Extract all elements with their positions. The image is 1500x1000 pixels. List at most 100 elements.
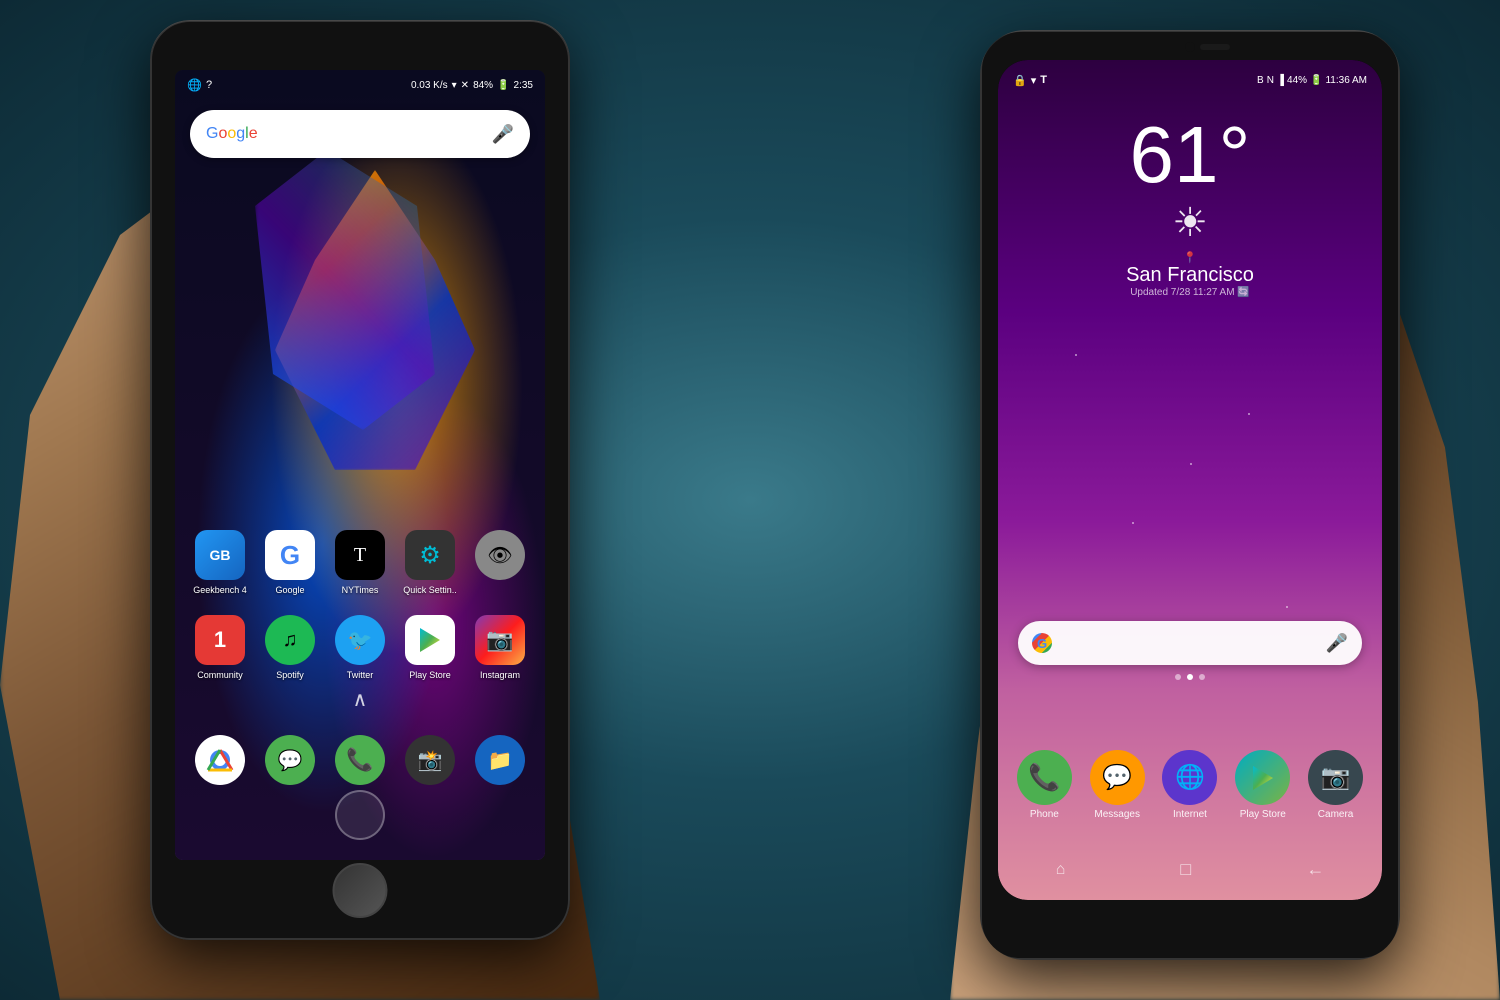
sun-icon: ☀ (1172, 200, 1208, 246)
right-screen: 🔒 ▾ T B N ▐ 44% 🔋 11:36 AM 61° (998, 60, 1382, 900)
samsung-status-bar: 🔒 ▾ T B N ▐ 44% 🔋 11:36 AM (1013, 68, 1367, 92)
battery-level: 84% (473, 80, 493, 91)
samsung-google-bar[interactable]: G 🎤 (1018, 621, 1362, 665)
time-display: 2:35 (514, 80, 533, 91)
samsung-phone-label: Phone (1030, 809, 1059, 820)
lock-icon: 🔒 (1013, 74, 1027, 87)
samsung-internet-dock[interactable]: 🌐 Internet (1162, 750, 1217, 820)
samsung-nav-bar: ⌂ □ ← (998, 859, 1382, 880)
samsung-phone-dock[interactable]: 📞 Phone (1017, 750, 1072, 820)
geekbench-icon: GB (195, 530, 245, 580)
signal-bars: ▐ (1277, 75, 1284, 86)
home-nav-button[interactable]: □ (1180, 859, 1191, 880)
google-g-icon: G (1032, 633, 1052, 653)
playstore-label: Play Store (409, 670, 451, 680)
community-app[interactable]: 1 Community (185, 615, 255, 680)
left-phone: 🌐 ? 0.03 K/s ▾ ✕ 84% 🔋 2:35 Go (150, 20, 570, 940)
pin-icon: 📍 (1183, 251, 1197, 264)
samsung-camera-dock[interactable]: 📷 Camera (1308, 750, 1363, 820)
dot-2 (1187, 674, 1193, 680)
weather-updated: Updated 7/28 11:27 AM 🔄 (1130, 287, 1250, 298)
spotify-app[interactable]: ♫ Spotify (255, 615, 325, 680)
google-app[interactable]: G Google (255, 530, 325, 595)
recents-button[interactable]: ⌂ (1056, 861, 1066, 879)
google-app-label: Google (275, 585, 304, 595)
page-indicator (998, 674, 1382, 680)
google-logo-text: Google (206, 125, 258, 143)
files-dock[interactable]: 📁 (465, 735, 535, 790)
samsung-playstore-label: Play Store (1240, 809, 1286, 820)
sparkle-1 (1075, 354, 1077, 356)
twitter-app[interactable]: 🐦 Twitter (325, 615, 395, 680)
playstore-app[interactable]: Play Store (395, 615, 465, 680)
app-grid: GB Geekbench 4 G Google T (185, 530, 535, 700)
location-row: 📍 (1183, 251, 1197, 264)
left-screen: 🌐 ? 0.03 K/s ▾ ✕ 84% 🔋 2:35 Go (175, 70, 545, 860)
samsung-playstore-dock[interactable]: Play Store (1235, 750, 1290, 820)
app-row-1: GB Geekbench 4 G Google T (185, 530, 535, 595)
microphone-icon[interactable]: 🎤 (492, 124, 514, 145)
battery-bar-icon: 🔋 (1310, 75, 1322, 86)
community-icon: 1 (195, 615, 245, 665)
samsung-playstore-icon (1235, 750, 1290, 805)
right-phone: 🔒 ▾ T B N ▐ 44% 🔋 11:36 AM 61° (980, 30, 1400, 960)
geekbench-label: Geekbench 4 (193, 585, 247, 595)
misc-app[interactable]: 👁 (465, 530, 535, 595)
google-app-icon: G (265, 530, 315, 580)
bluetooth-icon: B (1257, 75, 1264, 86)
samsung-dock: 📞 Phone 💬 Messages 🌐 Int (1008, 750, 1372, 820)
speed-indicator: 0.03 K/s (411, 80, 448, 91)
samsung-messages-dock[interactable]: 💬 Messages (1090, 750, 1145, 820)
tmobile-icon: T (1040, 74, 1047, 86)
chrome-dock-icon (195, 735, 245, 785)
messaging-dock[interactable]: 💬 (255, 735, 325, 790)
city-name: San Francisco (1126, 264, 1254, 287)
nytimes-icon: T (335, 530, 385, 580)
wifi-icon: ▾ (452, 80, 457, 91)
sparkle-5 (1190, 463, 1192, 465)
samsung-internet-label: Internet (1173, 809, 1207, 820)
temperature: 61° (1130, 115, 1251, 195)
left-status-bar: 🌐 ? 0.03 K/s ▾ ✕ 84% 🔋 2:35 (175, 70, 545, 100)
nytimes-label: NYTimes (342, 585, 379, 595)
dot-1 (1175, 674, 1181, 680)
back-button[interactable]: ← (1306, 859, 1324, 880)
camera-dock-icon: 📸 (405, 735, 455, 785)
crystal-shape-2 (255, 150, 435, 430)
g-blue: G (206, 125, 218, 142)
g-red2: e (249, 125, 258, 142)
samsung-internet-icon: 🌐 (1162, 750, 1217, 805)
wifi-samsung-icon: ▾ (1031, 74, 1037, 87)
samsung-status-right: B N ▐ 44% 🔋 11:36 AM (1257, 75, 1367, 86)
files-dock-icon: 📁 (475, 735, 525, 785)
battery-percent: 44% (1287, 75, 1307, 86)
nfc-icon: N (1267, 75, 1274, 86)
dot-3 (1199, 674, 1205, 680)
left-status-info: 0.03 K/s ▾ ✕ 84% 🔋 2:35 (411, 80, 533, 91)
sparkle-2 (1248, 413, 1250, 415)
quicksettings-label: Quick Settin.. (403, 585, 457, 595)
mic-samsung-icon[interactable]: 🎤 (1326, 633, 1348, 654)
swipe-up-indicator: ∧ (353, 687, 368, 712)
phone-dock[interactable]: 📞 (325, 735, 395, 790)
instagram-app[interactable]: 📷 Instagram (465, 615, 535, 680)
samsung-phone-icon: 📞 (1017, 750, 1072, 805)
quicksettings-app[interactable]: ⚙ Quick Settin.. (395, 530, 465, 595)
chrome-dock[interactable] (185, 735, 255, 790)
google-search-bar[interactable]: Google 🎤 (190, 110, 530, 158)
phone-dock-icon: 📞 (335, 735, 385, 785)
sparkle-3 (1132, 522, 1134, 524)
globe-icon: 🌐 (187, 78, 202, 92)
samsung-messages-icon: 💬 (1090, 750, 1145, 805)
physical-home-button[interactable] (333, 863, 388, 918)
spotify-label: Spotify (276, 670, 304, 680)
instagram-icon: 📷 (475, 615, 525, 665)
app-row-2: 1 Community ♫ Spotify 🐦 (185, 615, 535, 680)
g-blue2: g (236, 125, 245, 142)
nytimes-app[interactable]: T NYTimes (325, 530, 395, 595)
geekbench-app[interactable]: GB Geekbench 4 (185, 530, 255, 595)
camera-dock[interactable]: 📸 (395, 735, 465, 790)
home-button[interactable] (335, 790, 385, 840)
samsung-speaker (1200, 44, 1230, 50)
twitter-label: Twitter (347, 670, 374, 680)
